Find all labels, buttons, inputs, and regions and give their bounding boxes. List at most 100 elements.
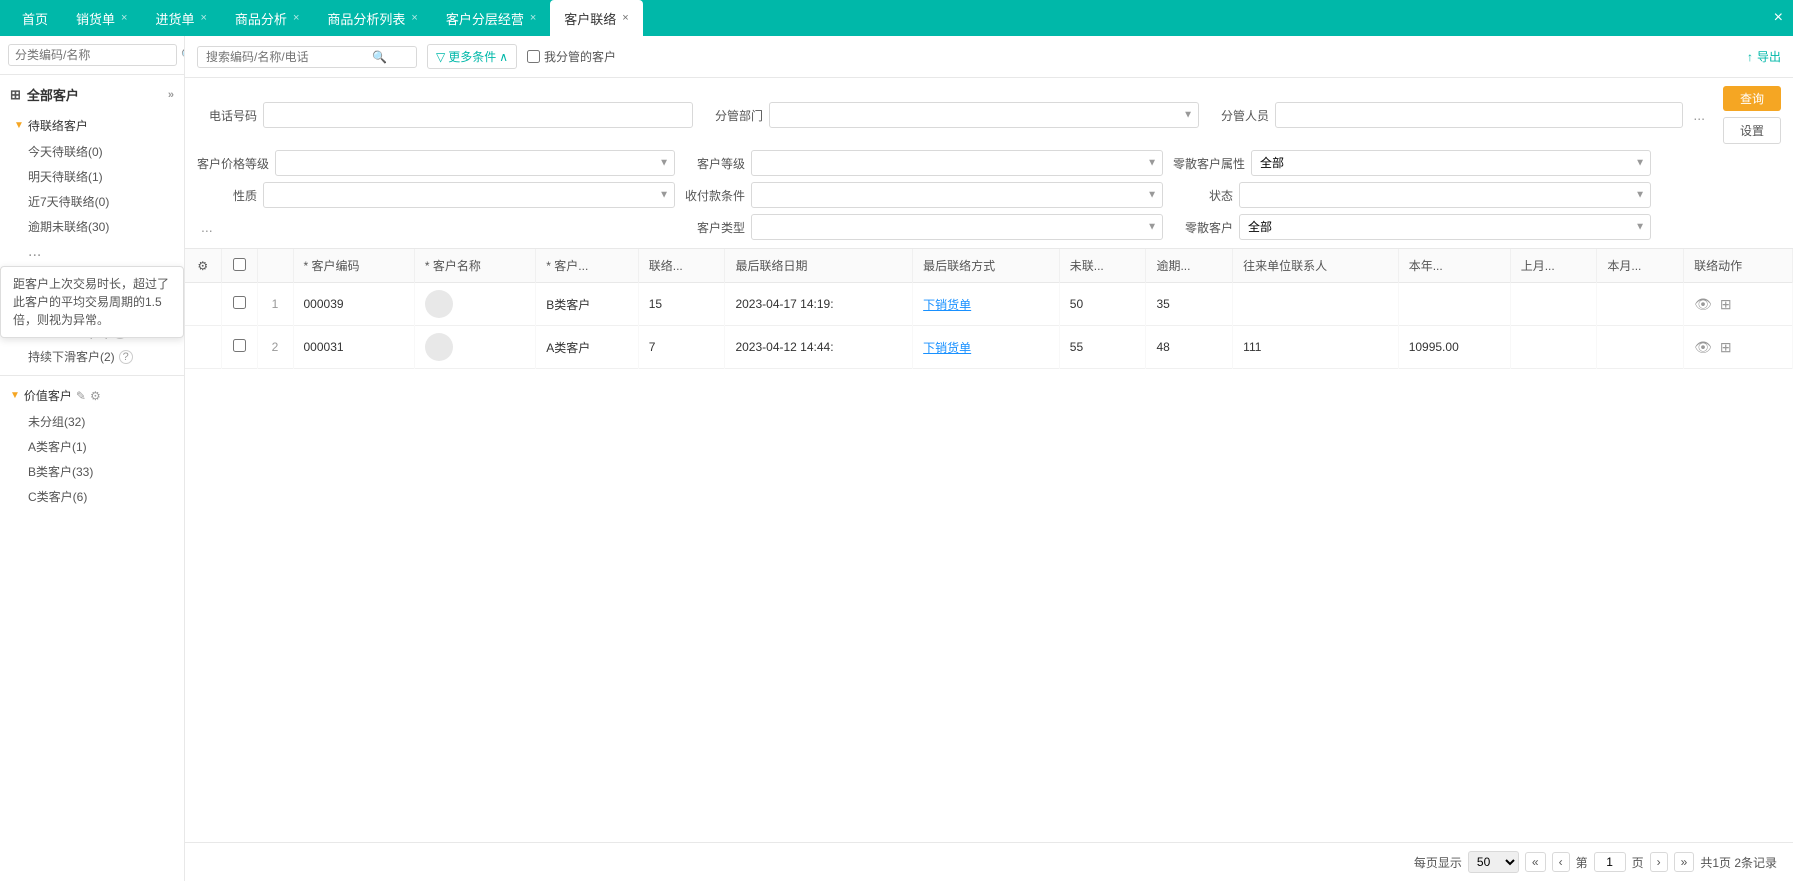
sidebar-dots[interactable]: ...: [0, 239, 184, 265]
row1-name: [414, 283, 535, 326]
sidebar-item-tomorrow[interactable]: 明天待联络(1): [0, 164, 184, 189]
col-contact-header[interactable]: 联络...: [638, 249, 725, 283]
sidebar-item-unclassified[interactable]: 未分组(32): [0, 409, 184, 434]
extra-dots-field: ...: [197, 219, 675, 235]
col-last-month-header[interactable]: 上月...: [1510, 249, 1597, 283]
sidebar-collapse-btn[interactable]: »: [168, 89, 174, 101]
nav-item-purchase[interactable]: 进货单 ×: [141, 0, 220, 36]
col-partner-contact-header[interactable]: 往来单位联系人: [1233, 249, 1399, 283]
more-conditions-button[interactable]: ▽ 更多条件 ∧: [427, 44, 517, 69]
row2-last-method[interactable]: 下销货单: [913, 326, 1060, 369]
sidebar-item-class-a[interactable]: A类客户(1): [0, 434, 184, 459]
sidebar-item-declining[interactable]: 持续下滑客户(2) ?: [0, 344, 184, 369]
customer-level-field: 客户等级 ▼: [685, 150, 1163, 176]
select-all-checkbox[interactable]: [233, 258, 246, 271]
value-section-title[interactable]: ▼ 价值客户 ✎ ⚙: [0, 382, 184, 409]
customer-type-select[interactable]: [751, 214, 1163, 240]
row2-this-month: [1597, 326, 1684, 369]
row2-edit-icon[interactable]: ⊞: [1720, 339, 1732, 356]
extra-dots-btn[interactable]: ...: [201, 219, 213, 235]
pending-section-title[interactable]: ▼ 待联络客户: [0, 112, 184, 139]
row2-last-date: 2023-04-12 14:44:: [725, 326, 913, 369]
close-all-button[interactable]: ×: [1774, 9, 1783, 27]
sidebar-search-icon[interactable]: 🔍: [181, 48, 185, 62]
phone-input[interactable]: [263, 102, 693, 128]
col-overdue-header[interactable]: 逾期...: [1146, 249, 1233, 283]
nav-item-customer-tier[interactable]: 客户分层经营 ×: [432, 0, 550, 36]
manager-input[interactable]: [1275, 102, 1683, 128]
close-purchase-icon[interactable]: ×: [200, 12, 206, 24]
grid-icon: ⊞: [10, 87, 21, 103]
sidebar-item-class-b[interactable]: B类客户(33): [0, 459, 184, 484]
sidebar-item-class-c[interactable]: C类客户(6): [0, 484, 184, 509]
export-button[interactable]: ↑ 导出: [1747, 48, 1781, 65]
row2-overdue: 48: [1146, 326, 1233, 369]
sidebar-item-overdue[interactable]: 逾期未联络(30): [0, 214, 184, 239]
row2-view-icon[interactable]: 👁: [1694, 339, 1712, 356]
per-page-select[interactable]: 50 10 20 100: [1468, 851, 1519, 873]
col-not-contact-header[interactable]: 未联...: [1059, 249, 1146, 283]
nav-item-analysis-list[interactable]: 商品分析列表 ×: [313, 0, 431, 36]
customer-level-select[interactable]: [751, 150, 1163, 176]
sidebar-item-7days[interactable]: 近7天待联络(0): [0, 189, 184, 214]
col-action-header[interactable]: 联络动作: [1684, 249, 1793, 283]
manager-dots-btn[interactable]: ...: [1693, 107, 1705, 123]
filter-search-icon[interactable]: 🔍: [372, 50, 387, 64]
retail-customer-select[interactable]: 全部: [1239, 214, 1651, 240]
query-button[interactable]: 查询: [1723, 86, 1781, 111]
sidebar-search-input[interactable]: [8, 44, 177, 66]
retail-customer-wrap: 全部 ▼: [1239, 214, 1651, 240]
status-select[interactable]: [1239, 182, 1651, 208]
nav-item-home[interactable]: 首页: [8, 0, 62, 36]
last-page-button[interactable]: »: [1674, 852, 1695, 872]
filter-icon: ▽: [436, 50, 445, 64]
col-settings-header[interactable]: ⚙: [185, 249, 221, 283]
col-last-contact-date-header[interactable]: 最后联络日期: [725, 249, 913, 283]
value-edit-icon[interactable]: ✎: [76, 389, 86, 403]
nature-select[interactable]: [263, 182, 675, 208]
col-last-contact-method-header[interactable]: 最后联络方式: [913, 249, 1060, 283]
first-page-button[interactable]: «: [1525, 852, 1546, 872]
row1-view-icon[interactable]: 👁: [1694, 296, 1712, 313]
dept-select[interactable]: [769, 102, 1199, 128]
col-this-month-header[interactable]: 本月...: [1597, 249, 1684, 283]
col-this-year-header[interactable]: 本年...: [1398, 249, 1510, 283]
sidebar: 🔍 ⊞ 全部客户 » ▼ 待联络客户 今天待联络(0) 明天待联络(1): [0, 36, 185, 881]
value-settings-icon[interactable]: ⚙: [90, 389, 101, 403]
nav-item-customer-contact[interactable]: 客户联络 ×: [550, 0, 642, 36]
price-level-field: 客户价格等级 ▼: [197, 150, 675, 176]
close-customer-tier-icon[interactable]: ×: [530, 12, 536, 24]
sidebar-item-today[interactable]: 今天待联络(0): [0, 139, 184, 164]
row2-settings: [185, 326, 221, 369]
row1-select-checkbox[interactable]: [233, 296, 246, 309]
price-level-select[interactable]: [275, 150, 675, 176]
table-row: 2 000031 A类客户 7 2023-04-12 14:44: 下销货单 5…: [185, 326, 1793, 369]
my-customers-checkbox[interactable]: [527, 50, 540, 63]
nav-item-analysis[interactable]: 商品分析 ×: [221, 0, 313, 36]
payment-select[interactable]: [751, 182, 1163, 208]
search-input[interactable]: [206, 50, 366, 64]
retail-attr-field: 零散客户属性 全部 ▼: [1173, 150, 1651, 176]
close-analysis-list-icon[interactable]: ×: [411, 12, 417, 24]
col-type-header[interactable]: * 客户...: [536, 249, 638, 283]
next-page-button[interactable]: ›: [1650, 852, 1668, 872]
row2-select-checkbox[interactable]: [233, 339, 246, 352]
page-input[interactable]: [1594, 852, 1626, 872]
table-head: ⚙ * 客户编码 * 客户名称 * 客户...: [185, 249, 1793, 283]
nav-item-sales[interactable]: 销货单 ×: [62, 0, 141, 36]
customer-level-wrap: ▼: [751, 150, 1163, 176]
prev-page-button[interactable]: ‹: [1552, 852, 1570, 872]
row1-last-method[interactable]: 下销货单: [913, 283, 1060, 326]
retail-attr-select[interactable]: 全部: [1251, 150, 1651, 176]
close-sales-icon[interactable]: ×: [121, 12, 127, 24]
row1-type: B类客户: [536, 283, 638, 326]
close-analysis-icon[interactable]: ×: [293, 12, 299, 24]
close-customer-contact-icon[interactable]: ×: [622, 12, 628, 24]
settings-button[interactable]: 设置: [1723, 117, 1781, 144]
col-code-header[interactable]: * 客户编码: [293, 249, 414, 283]
sidebar-all-customers-header[interactable]: ⊞ 全部客户 »: [0, 79, 184, 110]
col-num-header: [257, 249, 293, 283]
col-name-header[interactable]: * 客户名称: [414, 249, 535, 283]
row1-edit-icon[interactable]: ⊞: [1720, 296, 1732, 313]
row2-num: 2: [257, 326, 293, 369]
